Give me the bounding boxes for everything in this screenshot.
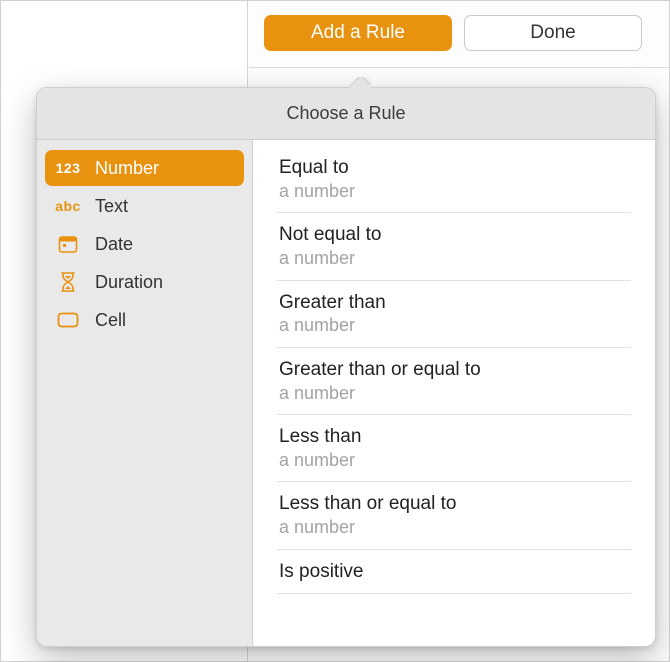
sidebar-item-label: Text	[95, 196, 128, 217]
sidebar-item-label: Number	[95, 158, 159, 179]
rule-item-greater-than-or-equal-to[interactable]: Greater than or equal to a number	[277, 348, 631, 415]
rule-subtitle: a number	[279, 382, 629, 405]
sidebar-item-date[interactable]: Date	[45, 226, 244, 262]
rule-subtitle: a number	[279, 314, 629, 337]
sidebar-item-text[interactable]: abc Text	[45, 188, 244, 224]
done-button[interactable]: Done	[464, 15, 642, 51]
add-a-rule-label: Add a Rule	[311, 22, 405, 44]
rule-title: Not equal to	[279, 223, 629, 247]
sidebar-item-label: Date	[95, 234, 133, 255]
rule-item-is-positive[interactable]: Is positive	[277, 550, 631, 595]
rule-title: Less than	[279, 425, 629, 449]
toolbar: Add a Rule Done	[264, 15, 642, 51]
sidebar-item-cell[interactable]: Cell	[45, 302, 244, 338]
sidebar-item-duration[interactable]: Duration	[45, 264, 244, 300]
cell-icon	[55, 312, 81, 328]
text-icon: abc	[55, 198, 81, 214]
rule-title: Greater than or equal to	[279, 358, 629, 382]
popover-title: Choose a Rule	[37, 88, 655, 140]
rule-title: Less than or equal to	[279, 492, 629, 516]
rule-item-less-than-or-equal-to[interactable]: Less than or equal to a number	[277, 482, 631, 549]
popover-body: 123 Number abc Text	[37, 140, 655, 646]
rule-subtitle: a number	[279, 180, 629, 203]
choose-rule-popover: Choose a Rule 123 Number abc Text	[36, 87, 656, 647]
toolbar-divider	[249, 67, 669, 68]
number-icon: 123	[55, 160, 81, 176]
rule-subtitle: a number	[279, 449, 629, 472]
calendar-icon	[55, 234, 81, 254]
popover-arrow	[349, 77, 371, 89]
hourglass-icon	[55, 272, 81, 292]
rules-list: Equal to a number Not equal to a number …	[253, 140, 655, 646]
add-a-rule-button[interactable]: Add a Rule	[264, 15, 452, 51]
rule-item-greater-than[interactable]: Greater than a number	[277, 281, 631, 348]
rule-title: Is positive	[279, 560, 629, 584]
rule-subtitle: a number	[279, 516, 629, 539]
rule-subtitle: a number	[279, 247, 629, 270]
rule-item-less-than[interactable]: Less than a number	[277, 415, 631, 482]
sidebar-item-number[interactable]: 123 Number	[45, 150, 244, 186]
window-frame: Add a Rule Done Choose a Rule 123 Number	[0, 0, 670, 662]
done-label: Done	[530, 22, 575, 44]
sidebar-item-label: Duration	[95, 272, 163, 293]
rule-item-not-equal-to[interactable]: Not equal to a number	[277, 213, 631, 280]
popover-title-text: Choose a Rule	[286, 103, 405, 124]
rule-item-equal-to[interactable]: Equal to a number	[277, 146, 631, 213]
rule-category-sidebar: 123 Number abc Text	[37, 140, 253, 646]
sidebar-item-label: Cell	[95, 310, 126, 331]
rule-title: Equal to	[279, 156, 629, 180]
rule-title: Greater than	[279, 291, 629, 315]
